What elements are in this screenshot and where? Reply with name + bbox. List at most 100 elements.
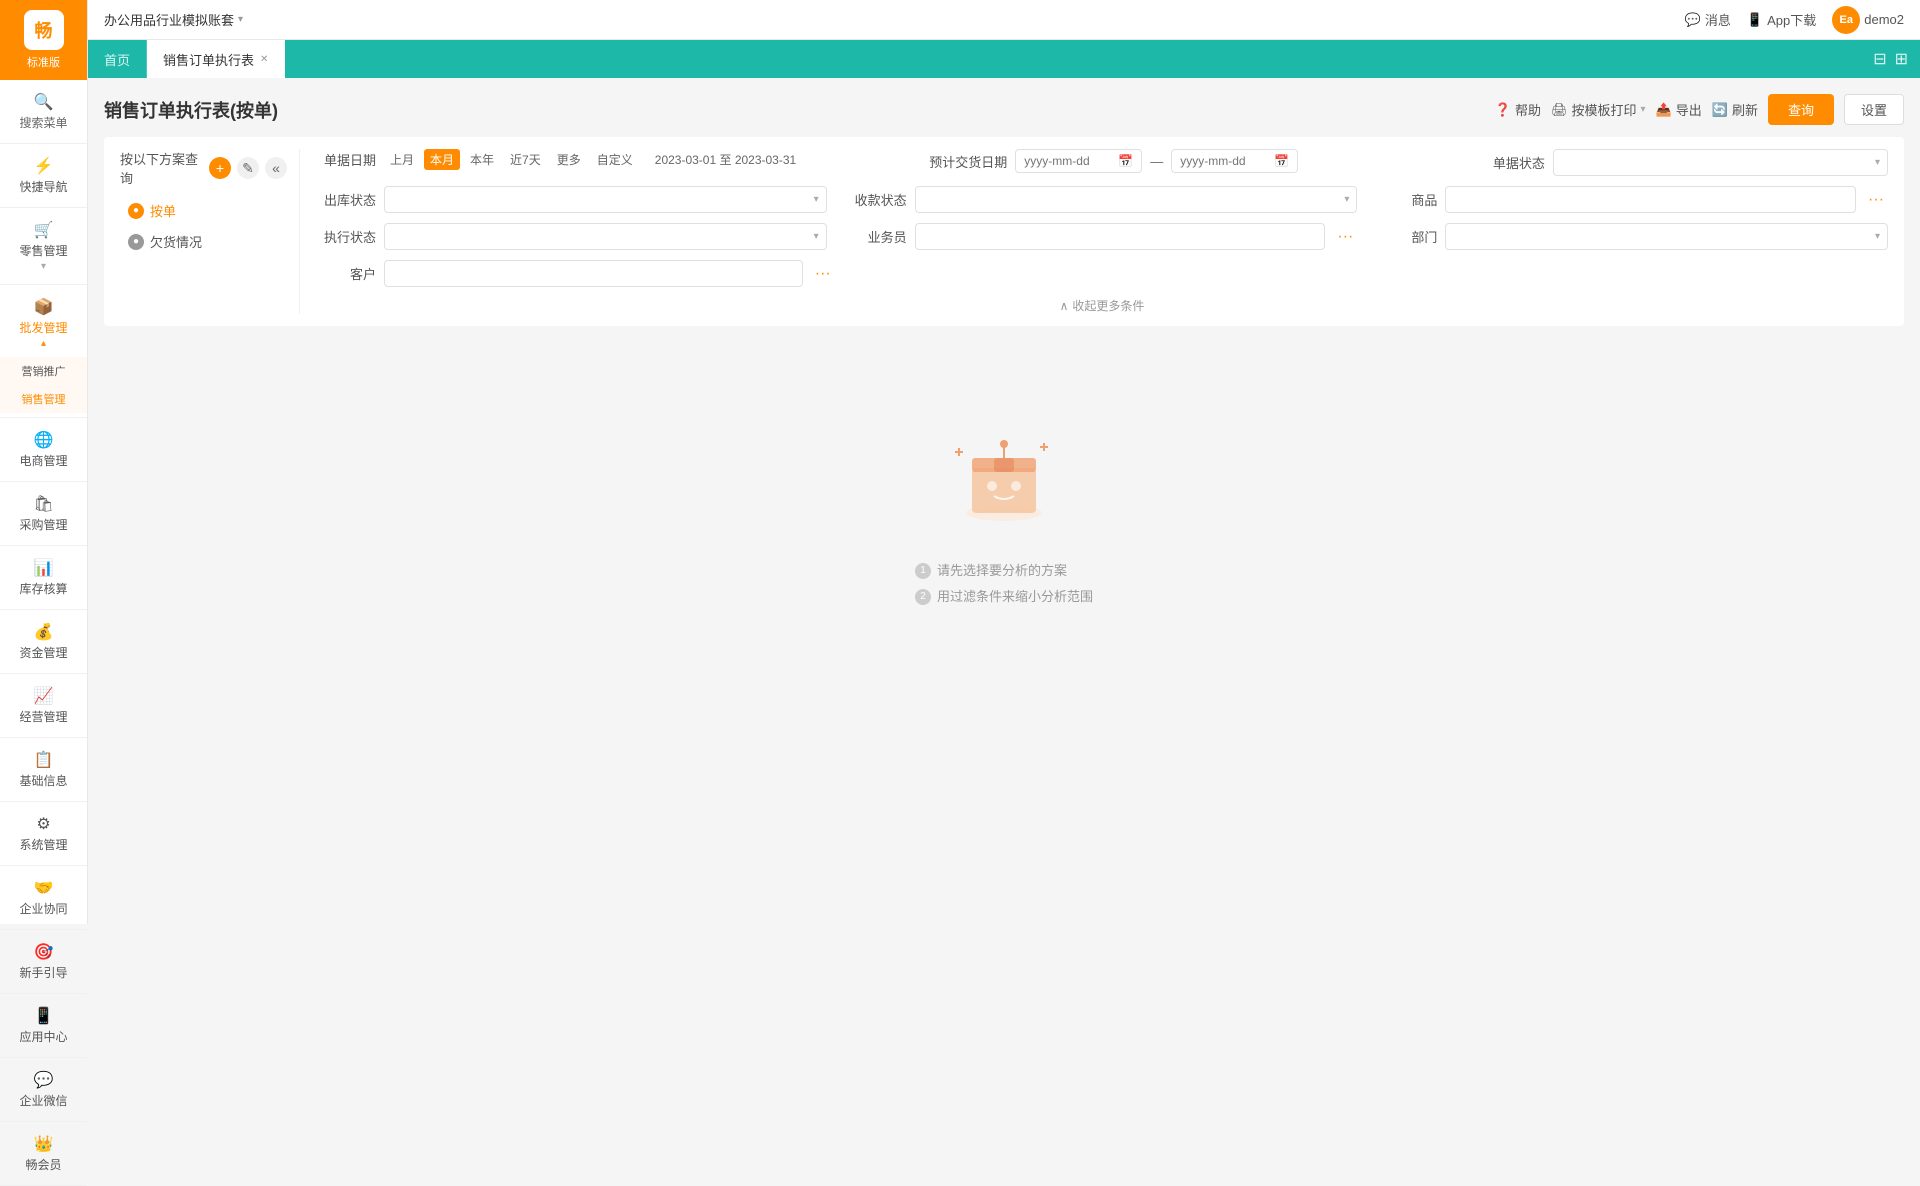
tab-minimize-btn[interactable]: ⊟ [1873,49,1886,69]
sidebar-item-appcenter[interactable]: 📱 应用中心 [0,998,87,1053]
dept-label: 部门 [1377,227,1437,246]
message-icon: 💬 [1685,12,1701,28]
empty-tip-1: 1 请先选择要分析的方案 [915,558,1093,584]
tab-maximize-btn[interactable]: ⊞ [1895,49,1908,69]
scheme-item-按单[interactable]: ● 按单 [120,195,287,226]
date-tab-thisyear[interactable]: 本年 [464,149,500,170]
date-tab-more[interactable]: 更多 [551,149,587,170]
sidebar-item-ecommerce[interactable]: 🌐 电商管理 [0,422,87,477]
export-icon: 📤 [1656,102,1672,118]
topbar: 办公用品行业模拟账套 ▾ 💬 消息 📱 App下载 Ea demo2 [88,0,1920,40]
tab-sales-exec[interactable]: 销售订单执行表 ✕ [147,40,285,78]
tab-home[interactable]: 首页 [88,40,147,78]
payment-label: 收款状态 [847,190,907,209]
delivery-select[interactable] [384,186,827,213]
filter-more: ∧ 收起更多条件 [316,297,1888,314]
nav-operation: 📈 经营管理 [0,674,87,738]
export-btn[interactable]: 📤 导出 [1656,100,1702,119]
sidebar-logo[interactable]: 畅 标准版 [0,0,87,80]
main-area: 办公用品行业模拟账套 ▾ 💬 消息 📱 App下载 Ea demo2 首页 [88,0,1920,924]
execstatus-select[interactable] [384,223,827,250]
payment-select-wrapper: ▾ [915,186,1358,213]
app-download-btn[interactable]: 📱 App下载 [1747,10,1816,29]
collapse-scheme-btn[interactable]: « [265,157,287,179]
collapse-more-btn[interactable]: ∧ 收起更多条件 [1060,297,1145,314]
search-menu-button[interactable]: 🔍 搜索菜单 [6,88,81,135]
query-btn[interactable]: 查询 [1768,94,1834,125]
date-tab-lastmonth[interactable]: 上月 [384,149,420,170]
sidebar-item-purchase[interactable]: 🛍 采购管理 [0,486,87,541]
nav-member: 👑 畅会员 [0,1122,87,1186]
dept-select[interactable] [1445,223,1888,250]
app-title: 办公用品行业模拟账套 ▾ [104,10,243,29]
topbar-right: 💬 消息 📱 App下载 Ea demo2 [1685,6,1904,34]
nav-wholesale: 📦 批发管理 ▴ 营销推广 销售管理 [0,285,87,418]
date-tab-7days[interactable]: 近7天 [504,149,547,170]
add-scheme-btn[interactable]: + [209,157,231,179]
execstatus-label: 执行状态 [316,227,376,246]
docstatus-select[interactable] [1553,149,1888,176]
user-profile-btn[interactable]: Ea demo2 [1832,6,1904,34]
salesperson-dots[interactable]: ··· [1333,228,1357,246]
scheme-item-欠货情况[interactable]: ● 欠货情况 [120,226,287,257]
sidebar-item-newuser[interactable]: 🎯 新手引导 [0,934,87,989]
customer-dots[interactable]: ··· [811,265,835,283]
sidebar-item-finance[interactable]: 💰 资金管理 [0,614,87,669]
filter-left-actions: + ✎ « [209,157,287,179]
finance-icon: 💰 [34,622,54,642]
sidebar-item-member[interactable]: 👑 畅会员 [0,1126,87,1181]
empty-tips: 1 请先选择要分析的方案 2 用过滤条件来缩小分析范围 [915,558,1093,610]
sidebar-item-basic[interactable]: 📋 基础信息 [0,742,87,797]
tabbar-actions: ⊟ ⊞ [1861,49,1920,69]
customer-input[interactable] [384,260,803,287]
nav-finance: 💰 资金管理 [0,610,87,674]
nav-newuser: 🎯 新手引导 [0,930,87,994]
delivery-label: 出库状态 [316,190,376,209]
goods-input[interactable] [1445,186,1856,213]
scheme-dot-gray: ● [128,234,144,250]
sidebar-item-quicknav[interactable]: ⚡ 快捷导航 [0,148,87,203]
sidebar-item-corp[interactable]: 🤝 企业协同 [0,870,87,925]
sidebar-item-sales-mgmt[interactable]: 销售管理 [0,385,87,413]
sidebar-item-inventory[interactable]: 📊 库存核算 [0,550,87,605]
basic-icon: 📋 [34,750,54,770]
sidebar-item-corpwx[interactable]: 💬 企业微信 [0,1062,87,1117]
help-btn[interactable]: ❓ 帮助 [1495,100,1541,119]
sidebar-item-system[interactable]: ⚙ 系统管理 [0,806,87,861]
nav-purchase: 🛍 采购管理 [0,482,87,546]
sidebar-item-operation[interactable]: 📈 经营管理 [0,678,87,733]
delivery-select-wrapper: ▾ [384,186,827,213]
filter-group-docstatus: 单据状态 ▾ [1485,149,1888,176]
refresh-btn[interactable]: 🔄 刷新 [1712,100,1758,119]
filter-row-3: 执行状态 ▾ 业务员 ··· [316,223,1888,250]
member-icon: 👑 [34,1134,54,1154]
sidebar-item-retail[interactable]: 🛒 零售管理 ▾ [0,212,87,280]
date-tab-thismonth[interactable]: 本月 [424,149,460,170]
edit-scheme-btn[interactable]: ✎ [237,157,259,179]
purchase-icon: 🛍 [33,494,53,514]
expected-date-to-input[interactable] [1180,154,1270,168]
sidebar-item-wholesale[interactable]: 📦 批发管理 ▴ [0,289,87,357]
expected-date-from[interactable]: 📅 [1015,149,1142,173]
goods-dots[interactable]: ··· [1864,191,1888,209]
search-icon: 🔍 [34,92,54,112]
filter-group-salesperson: 业务员 ··· [847,223,1358,250]
filter-group-payment: 收款状态 ▾ [847,186,1358,213]
payment-select[interactable] [915,186,1358,213]
salesperson-input[interactable] [915,223,1326,250]
message-btn[interactable]: 💬 消息 [1685,10,1731,29]
print-btn[interactable]: 🖨 按模板打印 ▾ [1551,100,1646,119]
expected-date-from-input[interactable] [1024,154,1114,168]
tab-close-btn[interactable]: ✕ [260,54,268,65]
docstatus-label: 单据状态 [1485,153,1545,172]
corp-icon: 🤝 [34,878,54,898]
sidebar-item-marketing[interactable]: 营销推广 [0,357,87,385]
empty-illustration [944,418,1064,538]
date-tab-custom[interactable]: 自定义 [591,149,639,170]
filter-right-panel: 单据日期 上月 本月 本年 近7天 更多 自定义 2023-03-01 至 20… [300,149,1888,314]
expected-date-to[interactable]: 📅 [1171,149,1298,173]
settings-btn[interactable]: 设置 [1844,94,1904,125]
filter-row-1: 单据日期 上月 本月 本年 近7天 更多 自定义 2023-03-01 至 20… [316,149,1888,176]
logo-subtitle: 标准版 [27,54,60,70]
nav-kuaijie: ⚡ 快捷导航 [0,144,87,208]
